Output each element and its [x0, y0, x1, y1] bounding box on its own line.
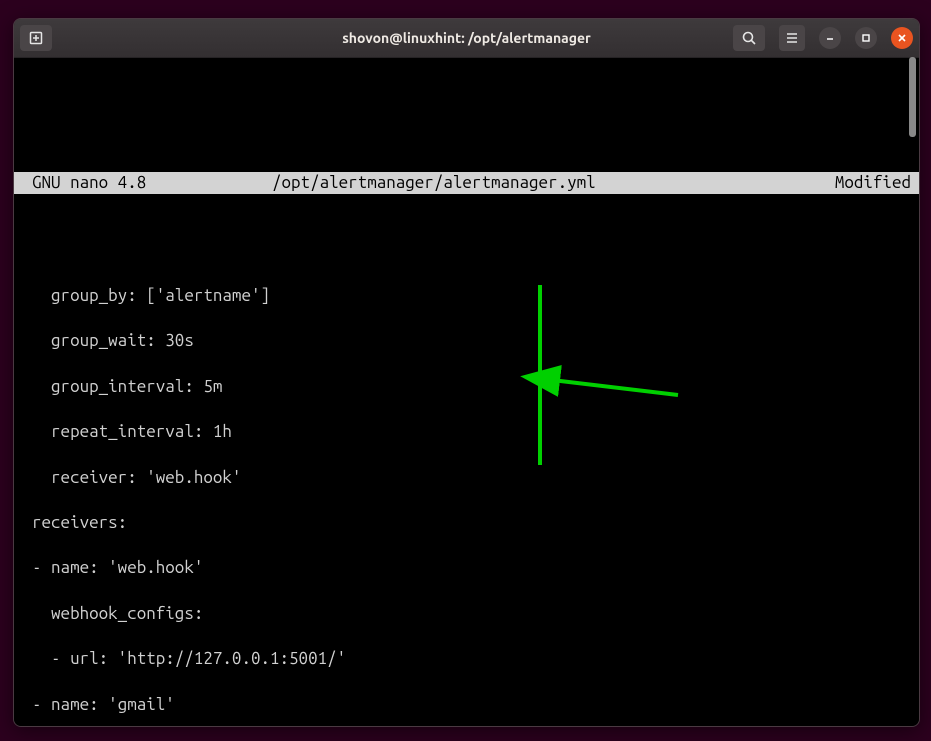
line: receiver: 'web.hook'	[14, 467, 919, 490]
line: repeat_interval: 1h	[14, 421, 919, 444]
nano-file-path: /opt/alertmanager/alertmanager.yml	[272, 172, 835, 195]
search-button[interactable]	[733, 25, 765, 51]
line: receivers:	[14, 512, 919, 535]
nano-app-name: GNU nano 4.8	[14, 172, 272, 195]
terminal-body[interactable]: GNU nano 4.8 /opt/alertmanager/alertmana…	[14, 58, 919, 727]
window-titlebar: shovon@linuxhint: /opt/alertmanager	[14, 19, 919, 58]
window-title: shovon@linuxhint: /opt/alertmanager	[220, 30, 713, 46]
line: group_by: ['alertname']	[14, 285, 919, 308]
line: - url: 'http://127.0.0.1:5001/'	[14, 648, 919, 671]
titlebar-left	[20, 25, 220, 51]
window-close-button[interactable]	[891, 27, 913, 49]
line: webhook_configs:	[14, 603, 919, 626]
line: group_wait: 30s	[14, 330, 919, 353]
scrollbar[interactable]	[909, 57, 916, 726]
window-maximize-button[interactable]	[855, 27, 877, 49]
nano-editor: GNU nano 4.8 /opt/alertmanager/alertmana…	[14, 103, 919, 727]
line: group_interval: 5m	[14, 376, 919, 399]
terminal-window: shovon@linuxhint: /opt/alertmanager	[13, 18, 920, 727]
window-minimize-button[interactable]	[819, 27, 841, 49]
menu-button[interactable]	[779, 25, 805, 51]
line: - name: 'gmail'	[14, 694, 919, 717]
nano-status: Modified	[835, 172, 919, 195]
nano-header: GNU nano 4.8 /opt/alertmanager/alertmana…	[14, 172, 919, 195]
new-tab-button[interactable]	[20, 25, 52, 51]
editor-content[interactable]: group_by: ['alertname'] group_wait: 30s …	[14, 262, 919, 727]
text: gmail	[118, 695, 166, 714]
text: '	[165, 695, 175, 714]
scrollbar-thumb[interactable]	[909, 57, 916, 137]
text: - name: '	[32, 695, 118, 714]
line: - name: 'web.hook'	[14, 557, 919, 580]
titlebar-right	[713, 25, 913, 51]
desktop: shovon@linuxhint: /opt/alertmanager	[0, 0, 931, 741]
